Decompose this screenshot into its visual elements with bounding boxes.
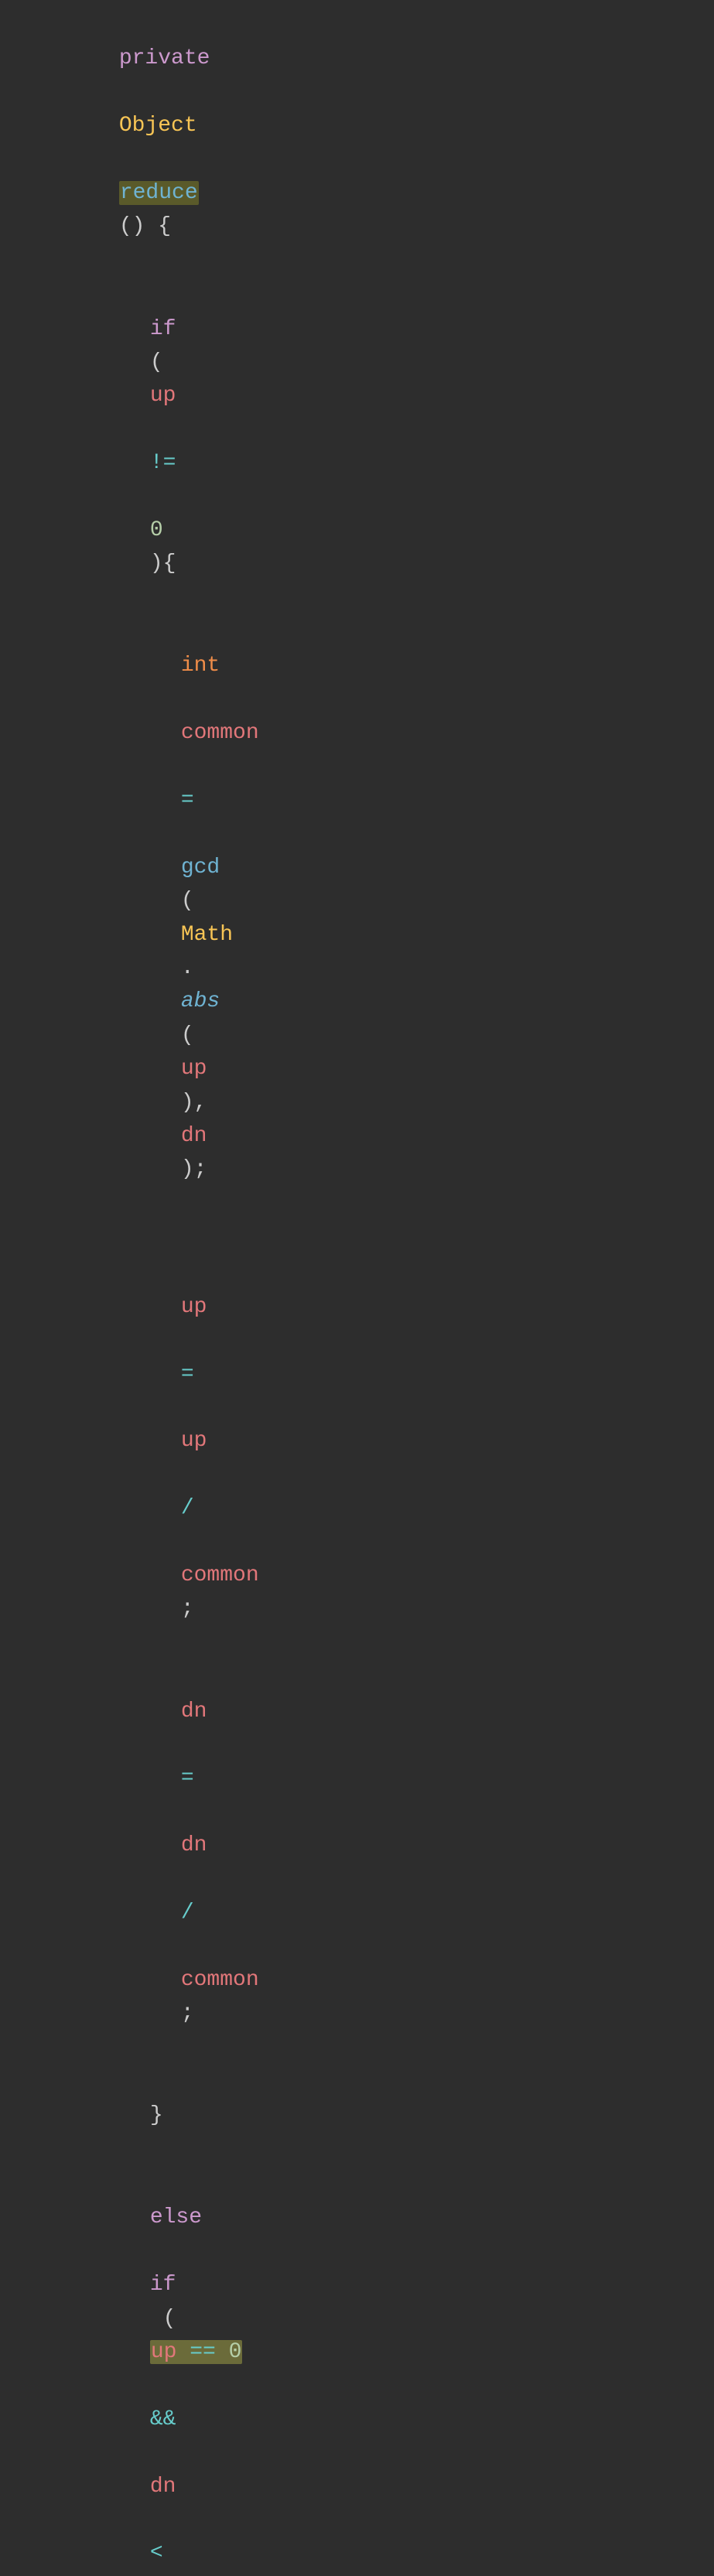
code-line-6: dn = dn / common ; bbox=[0, 1660, 714, 2065]
var-up: up bbox=[150, 384, 176, 408]
space bbox=[150, 2508, 163, 2532]
space bbox=[181, 1867, 194, 1891]
var-up: up bbox=[151, 2340, 177, 2364]
var-common: common bbox=[181, 1563, 259, 1587]
space bbox=[181, 755, 194, 779]
op-assign: = bbox=[181, 788, 194, 812]
brace-close: } bbox=[150, 2103, 163, 2127]
var-up: up bbox=[181, 1295, 207, 1319]
space bbox=[150, 2441, 163, 2465]
method-reduce: reduce bbox=[119, 181, 199, 205]
keyword-int: int bbox=[181, 654, 220, 678]
method-abs: abs bbox=[181, 989, 220, 1013]
keyword-if: if bbox=[150, 317, 176, 341]
var-dn: dn bbox=[181, 1124, 207, 1148]
num-0: 0 bbox=[229, 2340, 242, 2364]
space: ( bbox=[150, 2307, 176, 2331]
space bbox=[181, 688, 194, 712]
space bbox=[181, 1934, 194, 1958]
space bbox=[150, 418, 163, 442]
op-lt: < bbox=[150, 2541, 163, 2565]
code-line-3: int common = gcd ( Math . abs ( up ), dn… bbox=[0, 615, 714, 1221]
punc: ), bbox=[181, 1091, 207, 1115]
keyword-private: private bbox=[119, 46, 210, 70]
space bbox=[181, 1733, 194, 1757]
code-line-5: up = up / common ; bbox=[0, 1256, 714, 1660]
space bbox=[119, 148, 132, 172]
var-dn: dn bbox=[181, 1700, 207, 1724]
code-line-8: else if ( up == 0 && dn < 0 ){ bbox=[0, 2167, 714, 2576]
punc: ( bbox=[181, 1023, 194, 1047]
op-and: && bbox=[150, 2407, 176, 2431]
var-common: common bbox=[181, 1968, 259, 1992]
punc: ); bbox=[181, 1157, 207, 1181]
keyword-if: if bbox=[150, 2273, 176, 2297]
space bbox=[181, 1396, 194, 1420]
space bbox=[181, 1463, 194, 1487]
space bbox=[181, 822, 194, 846]
var-dn: dn bbox=[181, 1833, 207, 1857]
line-content-1: private Object reduce () { bbox=[37, 9, 714, 277]
line-content-5: up = up / common ; bbox=[99, 1256, 714, 1659]
code-line-7: } bbox=[0, 2065, 714, 2167]
line-content-6: dn = dn / common ; bbox=[99, 1661, 714, 2064]
space bbox=[181, 1800, 194, 1824]
punc: ( bbox=[181, 889, 194, 913]
punc: ; bbox=[181, 1597, 194, 1621]
code-line-4 bbox=[0, 1221, 714, 1256]
space bbox=[216, 2340, 229, 2364]
op-div: / bbox=[181, 1901, 194, 1925]
punc: ( bbox=[150, 350, 163, 374]
op-assign: = bbox=[181, 1766, 194, 1790]
keyword-else: else bbox=[150, 2205, 202, 2229]
dot: . bbox=[181, 956, 194, 980]
var-dn: dn bbox=[150, 2475, 176, 2499]
paren-open: () { bbox=[119, 214, 171, 238]
op-eq: == bbox=[190, 2340, 216, 2364]
space bbox=[181, 1530, 194, 1554]
space bbox=[150, 2239, 163, 2263]
op-div: / bbox=[181, 1496, 194, 1520]
space bbox=[150, 484, 163, 508]
op-neq: != bbox=[150, 451, 176, 475]
line-content-2: if ( up != 0 ){ bbox=[68, 278, 714, 614]
type-object: Object bbox=[119, 114, 197, 138]
method-gcd: gcd bbox=[181, 856, 220, 880]
space bbox=[119, 80, 132, 104]
class-math: Math bbox=[181, 923, 233, 947]
space bbox=[176, 2340, 190, 2364]
line-content-7: } bbox=[68, 2065, 714, 2166]
line-content-4 bbox=[37, 1221, 714, 1255]
var-common: common bbox=[181, 721, 259, 745]
code-editor: private Object reduce () { if ( up != 0 … bbox=[0, 0, 714, 2576]
space bbox=[181, 1328, 194, 1352]
line-content-8: else if ( up == 0 && dn < 0 ){ bbox=[68, 2168, 714, 2576]
space bbox=[150, 2373, 163, 2397]
punc: ){ bbox=[150, 552, 176, 576]
var-up: up bbox=[181, 1057, 207, 1081]
highlight-up-eq-0: up == 0 bbox=[150, 2340, 243, 2364]
op-assign: = bbox=[181, 1362, 194, 1386]
space bbox=[150, 2575, 163, 2576]
line-content-3: int common = gcd ( Math . abs ( up ), dn… bbox=[99, 616, 714, 1220]
var-up: up bbox=[181, 1429, 207, 1453]
code-line-2: if ( up != 0 ){ bbox=[0, 278, 714, 615]
num-0: 0 bbox=[150, 518, 163, 542]
code-line-1: private Object reduce () { bbox=[0, 8, 714, 278]
punc: ; bbox=[181, 2001, 194, 2025]
